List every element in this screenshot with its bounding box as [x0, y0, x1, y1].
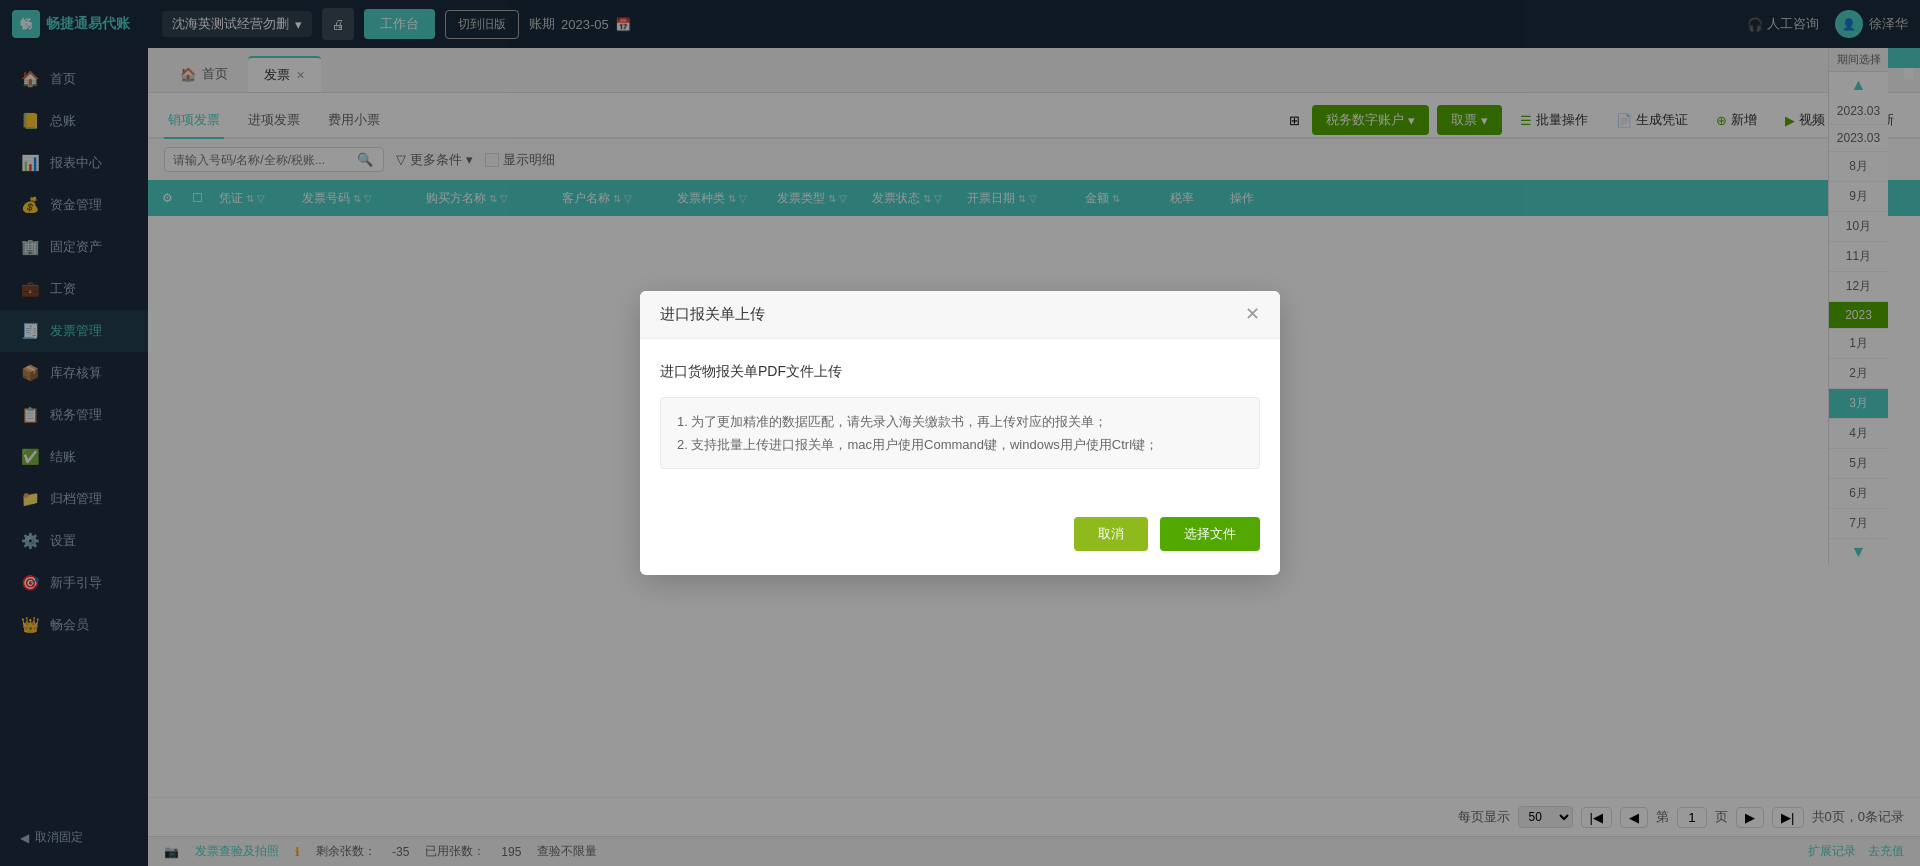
modal-cancel-button[interactable]: 取消 [1074, 517, 1148, 551]
modal-select-file-button[interactable]: 选择文件 [1160, 517, 1260, 551]
modal-header: 进口报关单上传 ✕ [640, 291, 1280, 339]
modal-footer: 取消 选择文件 [640, 517, 1280, 575]
modal-close-button[interactable]: ✕ [1245, 305, 1260, 323]
modal-dialog: 进口报关单上传 ✕ 进口货物报关单PDF文件上传 1. 为了更加精准的数据匹配，… [640, 291, 1280, 576]
upload-note-1: 1. 为了更加精准的数据匹配，请先录入海关缴款书，再上传对应的报关单； [677, 410, 1243, 433]
modal-overlay[interactable]: 进口报关单上传 ✕ 进口货物报关单PDF文件上传 1. 为了更加精准的数据匹配，… [0, 0, 1920, 866]
upload-section-title: 进口货物报关单PDF文件上传 [660, 363, 1260, 381]
upload-note-2: 2. 支持批量上传进口报关单，mac用户使用Command键，windows用户… [677, 433, 1243, 456]
upload-notes: 1. 为了更加精准的数据匹配，请先录入海关缴款书，再上传对应的报关单； 2. 支… [660, 397, 1260, 470]
modal-body: 进口货物报关单PDF文件上传 1. 为了更加精准的数据匹配，请先录入海关缴款书，… [640, 339, 1280, 518]
modal-title: 进口报关单上传 [660, 305, 765, 324]
